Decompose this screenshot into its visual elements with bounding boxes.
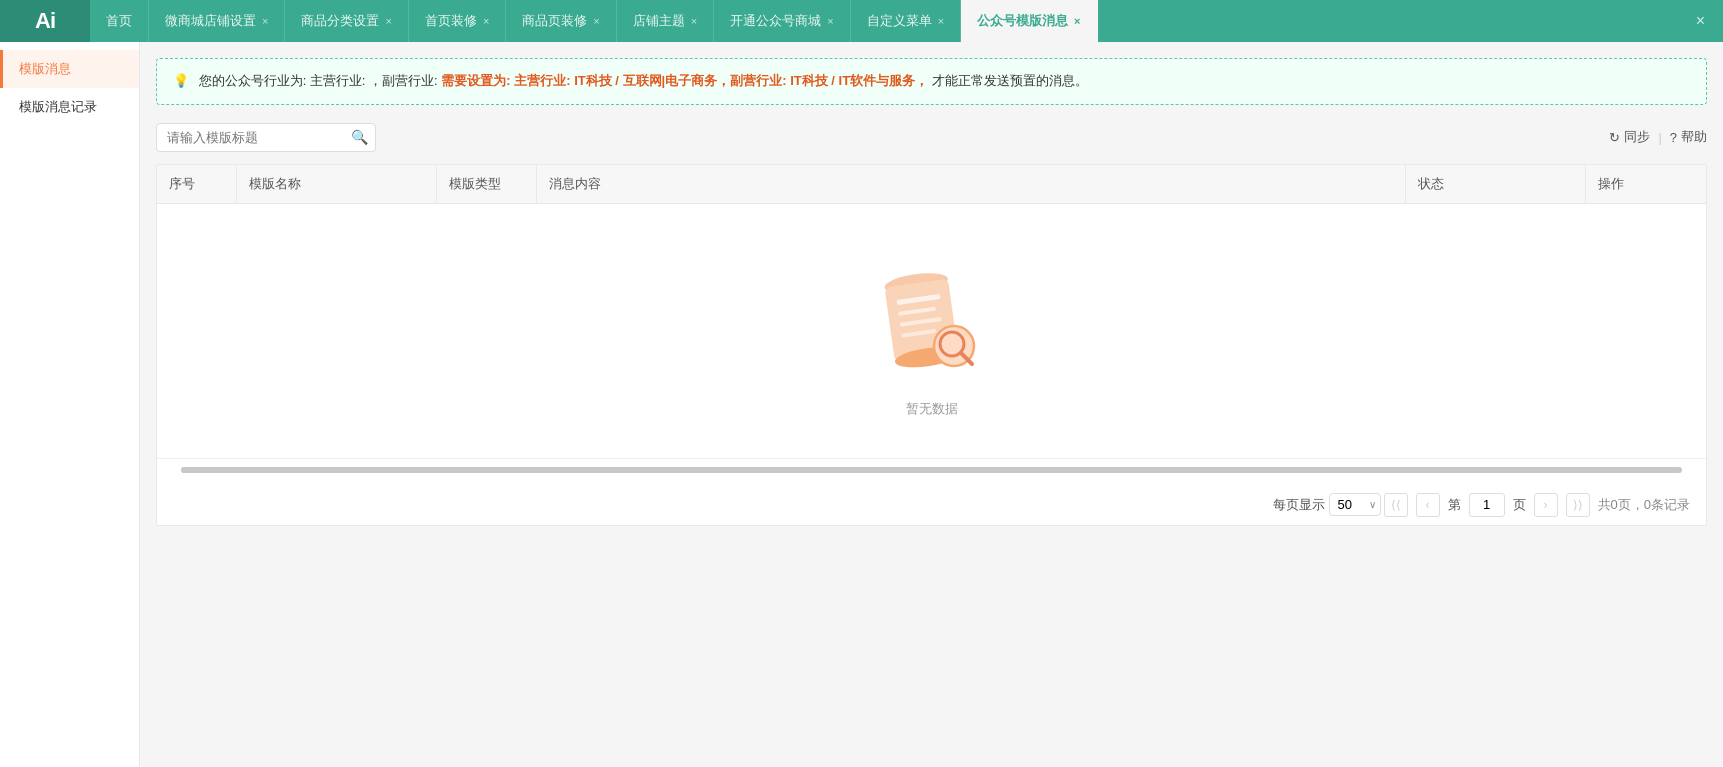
tab-custom-menu[interactable]: 自定义菜单 ×	[851, 0, 961, 42]
tab-close-product-decor[interactable]: ×	[593, 16, 599, 27]
sidebar-item-template-message[interactable]: 模版消息	[0, 50, 139, 88]
tab-open-mall[interactable]: 开通公众号商城 ×	[714, 0, 850, 42]
tab-product-decor[interactable]: 商品页装修 ×	[506, 0, 616, 42]
th-action: 操作	[1586, 165, 1706, 203]
tab-bar: 首页微商城店铺设置×商品分类设置×首页装修×商品页装修×店铺主题×开通公众号商城…	[90, 0, 1678, 42]
tab-label-category-settings: 商品分类设置	[301, 12, 379, 30]
tab-close-custom-menu[interactable]: ×	[938, 16, 944, 27]
tab-store-theme[interactable]: 店铺主题 ×	[617, 0, 714, 42]
sync-button[interactable]: ↻ 同步	[1609, 128, 1650, 146]
th-name: 模版名称	[237, 165, 437, 203]
empty-icon	[872, 264, 992, 384]
sidebar-item-template-message-log[interactable]: 模版消息记录	[0, 88, 139, 126]
page-prefix-label: 第	[1448, 496, 1461, 514]
tab-close-template-msg[interactable]: ×	[1074, 16, 1080, 27]
table: 序号 模版名称 模版类型 消息内容 状态 操作	[156, 164, 1707, 526]
table-header: 序号 模版名称 模版类型 消息内容 状态 操作	[157, 165, 1706, 204]
empty-text: 暂无数据	[906, 400, 958, 418]
sync-label: 同步	[1624, 128, 1650, 146]
tab-shop-settings[interactable]: 微商城店铺设置 ×	[149, 0, 285, 42]
content-area: 💡 您的公众号行业为: 主营行业: ，副营行业: 需要设置为: 主营行业: IT…	[140, 42, 1723, 767]
page-suffix-label: 页	[1513, 496, 1526, 514]
tab-close-category-settings[interactable]: ×	[385, 16, 391, 27]
scrollbar-wrap[interactable]	[157, 458, 1706, 481]
notice-prefix: 您的公众号行业为: 主营行业: ，副营行业:	[199, 73, 442, 88]
last-page-button[interactable]: ⟩⟩	[1566, 493, 1590, 517]
search-right: ↻ 同步 | ? 帮助	[1609, 128, 1707, 146]
help-label: 帮助	[1681, 128, 1707, 146]
tab-close-home-decor[interactable]: ×	[483, 16, 489, 27]
tab-home[interactable]: 首页	[90, 0, 149, 42]
sidebar: 模版消息模版消息记录	[0, 42, 140, 767]
prev-page-button[interactable]: ‹	[1416, 493, 1440, 517]
tab-close-open-mall[interactable]: ×	[827, 16, 833, 27]
tab-label-open-mall: 开通公众号商城	[730, 12, 821, 30]
first-page-button[interactable]: ⟨⟨	[1384, 493, 1408, 517]
tab-category-settings[interactable]: 商品分类设置 ×	[285, 0, 408, 42]
th-status: 状态	[1406, 165, 1586, 203]
per-page-wrap: 每页显示 50 10 20 100 ∨	[1273, 493, 1376, 516]
tab-close-store-theme[interactable]: ×	[691, 16, 697, 27]
help-icon: ?	[1670, 130, 1677, 145]
search-input-wrap: 🔍	[156, 123, 376, 152]
tab-label-home: 首页	[106, 12, 132, 30]
sync-icon: ↻	[1609, 130, 1620, 145]
th-type: 模版类型	[437, 165, 537, 203]
tab-home-decor[interactable]: 首页装修 ×	[409, 0, 506, 42]
search-icon[interactable]: 🔍	[351, 129, 368, 145]
tab-template-msg[interactable]: 公众号模版消息 ×	[961, 0, 1097, 42]
pagination: 每页显示 50 10 20 100 ∨ ⟨⟨ ‹ 第 1 页 › ⟩⟩ 共0页，…	[157, 481, 1706, 525]
tab-label-shop-settings: 微商城店铺设置	[165, 12, 256, 30]
fake-scrollbar[interactable]	[181, 467, 1682, 473]
page-total-label: 共0页，0条记录	[1598, 496, 1690, 514]
page-number-input[interactable]: 1	[1469, 493, 1505, 517]
tab-label-template-msg: 公众号模版消息	[977, 12, 1068, 30]
notice-icon: 💡	[173, 73, 189, 88]
scrollbar-thumb[interactable]	[181, 467, 1682, 473]
notice-box: 💡 您的公众号行业为: 主营行业: ，副营行业: 需要设置为: 主营行业: IT…	[156, 58, 1707, 105]
per-page-select[interactable]: 50 10 20 100	[1329, 493, 1381, 516]
notice-highlight: 需要设置为: 主营行业: IT科技 / 互联网|电子商务，副营行业: IT科技 …	[441, 73, 928, 88]
empty-illustration	[872, 264, 992, 384]
search-left: 🔍	[156, 123, 376, 152]
tab-label-store-theme: 店铺主题	[633, 12, 685, 30]
tab-label-custom-menu: 自定义菜单	[867, 12, 932, 30]
th-content: 消息内容	[537, 165, 1406, 203]
tab-label-home-decor: 首页装修	[425, 12, 477, 30]
tab-close-shop-settings[interactable]: ×	[262, 16, 268, 27]
search-input[interactable]	[156, 123, 376, 152]
next-page-button[interactable]: ›	[1534, 493, 1558, 517]
divider: |	[1658, 130, 1661, 145]
main-layout: 模版消息模版消息记录 💡 您的公众号行业为: 主营行业: ，副营行业: 需要设置…	[0, 42, 1723, 767]
th-seq: 序号	[157, 165, 237, 203]
app-logo: Ai	[0, 0, 90, 42]
help-button[interactable]: ? 帮助	[1670, 128, 1707, 146]
search-bar: 🔍 ↻ 同步 | ? 帮助	[156, 123, 1707, 152]
global-close-button[interactable]: ×	[1678, 12, 1723, 30]
top-navigation: Ai 首页微商城店铺设置×商品分类设置×首页装修×商品页装修×店铺主题×开通公众…	[0, 0, 1723, 42]
empty-state: 暂无数据	[157, 204, 1706, 458]
per-page-label: 每页显示	[1273, 496, 1325, 514]
tab-label-product-decor: 商品页装修	[522, 12, 587, 30]
notice-suffix: 才能正常发送预置的消息。	[932, 73, 1088, 88]
